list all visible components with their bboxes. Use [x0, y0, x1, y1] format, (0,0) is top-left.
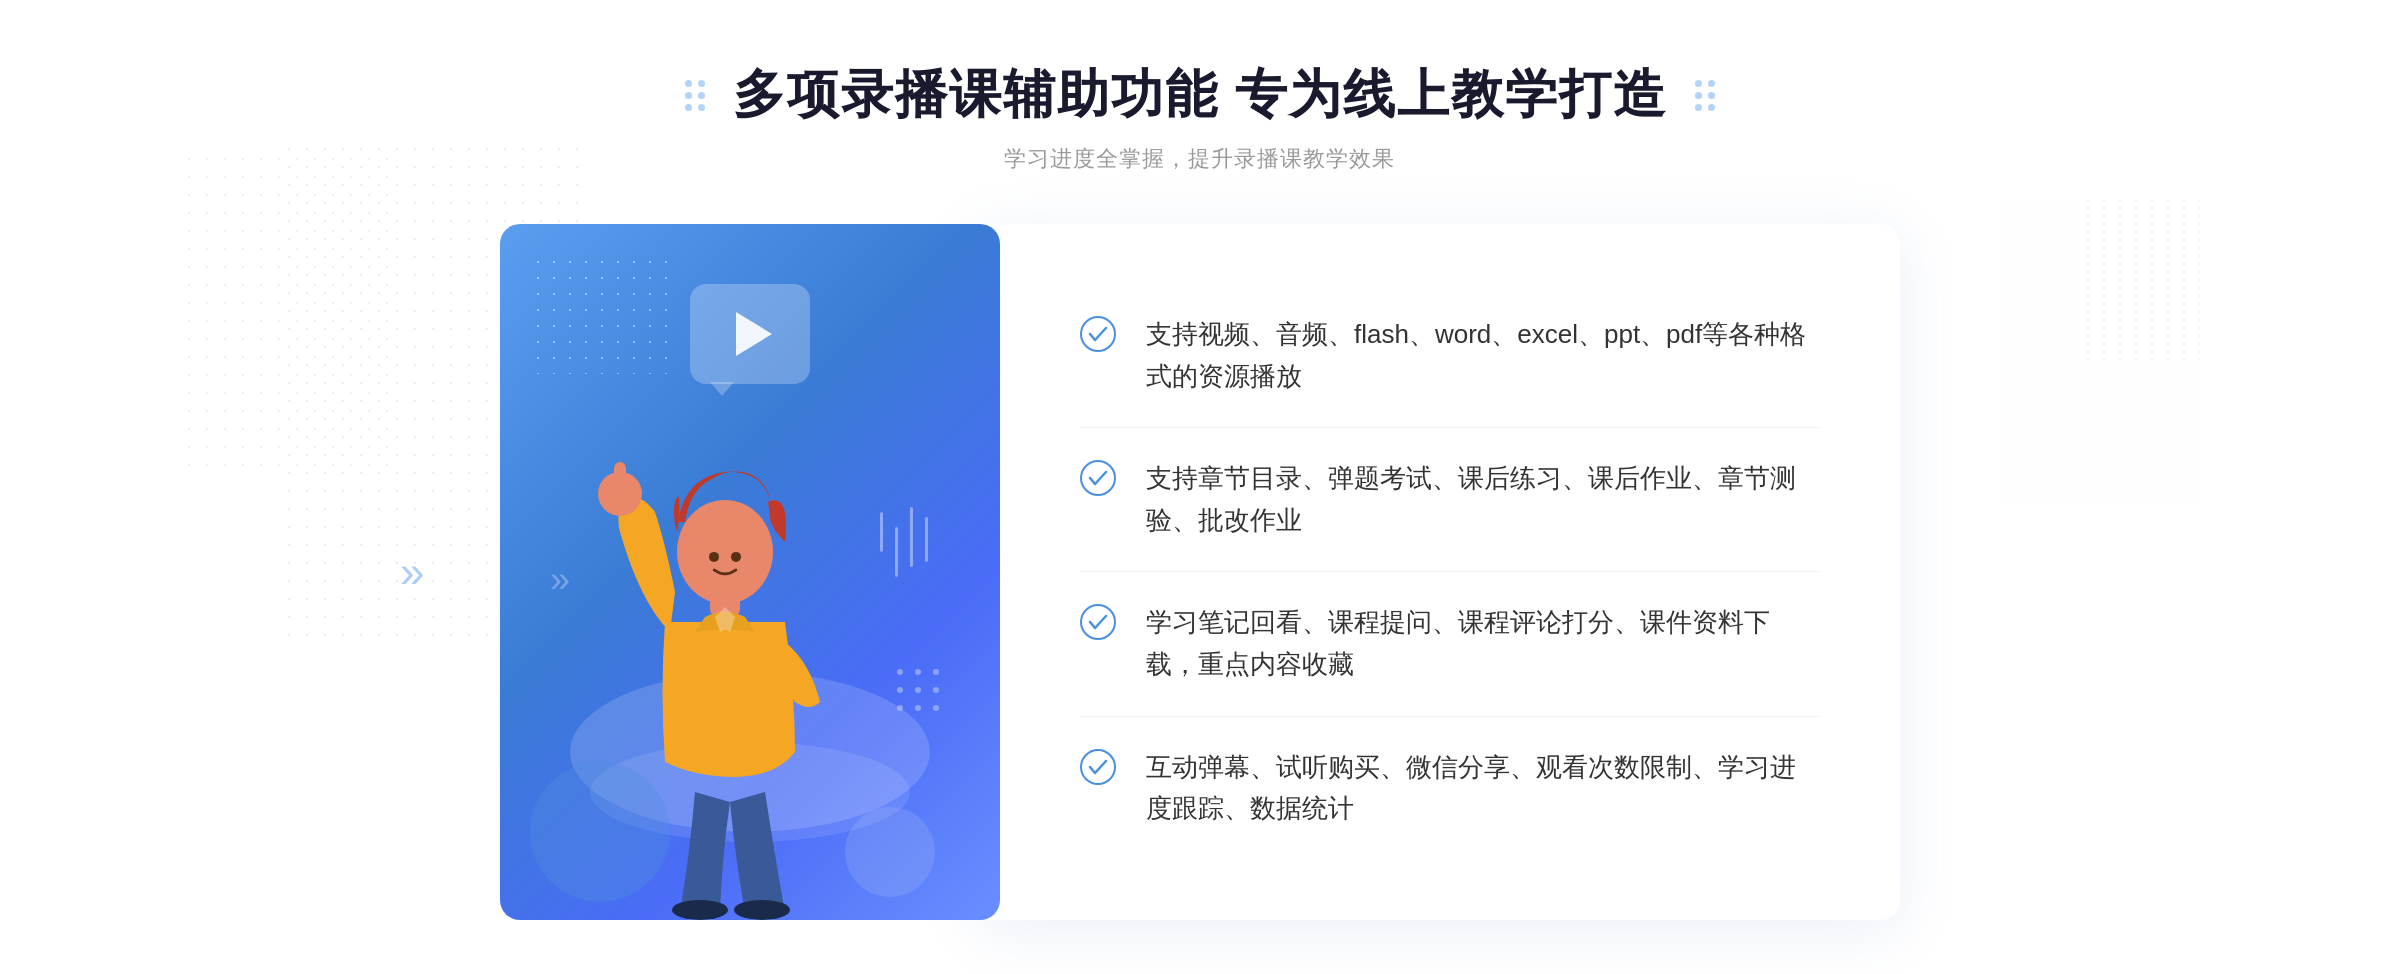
svg-point-17	[897, 669, 903, 675]
check-icon-4	[1080, 749, 1116, 785]
feature-text-4: 互动弹幕、试听购买、微信分享、观看次数限制、学习进度跟踪、数据统计	[1146, 747, 1820, 830]
page-subtitle: 学习进度全掌握，提升录播课教学效果	[685, 144, 1715, 174]
left-chevron-deco: »	[400, 547, 424, 597]
svg-point-7	[672, 900, 728, 920]
feature-text-1: 支持视频、音频、flash、word、excel、ppt、pdf等各种格式的资源…	[1146, 314, 1820, 397]
svg-point-29	[1081, 750, 1115, 784]
svg-point-16	[845, 807, 935, 897]
check-icon-1	[1080, 316, 1116, 352]
right-title-deco	[1695, 80, 1715, 111]
features-panel: 支持视频、音频、flash、word、excel、ppt、pdf等各种格式的资源…	[980, 224, 1900, 920]
svg-point-15	[530, 762, 670, 902]
svg-point-21	[915, 687, 921, 693]
feature-text-3: 学习笔记回看、课程提问、课程评论打分、课件资料下载，重点内容收藏	[1146, 602, 1820, 685]
svg-point-18	[915, 669, 921, 675]
svg-point-19	[933, 669, 939, 675]
svg-point-24	[915, 705, 921, 711]
check-icon-2	[1080, 460, 1116, 496]
feature-item-4: 互动弹幕、试听购买、微信分享、观看次数限制、学习进度跟踪、数据统计	[1080, 717, 1820, 860]
svg-point-14	[731, 552, 741, 562]
feature-item-1: 支持视频、音频、flash、word、excel、ppt、pdf等各种格式的资源…	[1080, 284, 1820, 428]
left-title-deco	[685, 80, 705, 111]
illustration-card: »	[500, 224, 1000, 920]
svg-rect-5	[925, 517, 928, 562]
svg-rect-10	[614, 462, 626, 498]
main-content: »	[500, 224, 1900, 920]
header-section: 多项录播课辅助功能 专为线上教学打造 学习进度全掌握，提升录播课教学效果	[685, 60, 1715, 174]
bg-dots-right	[2080, 160, 2240, 360]
svg-point-28	[1081, 605, 1115, 639]
svg-point-20	[897, 687, 903, 693]
svg-point-25	[933, 705, 939, 711]
svg-point-13	[709, 552, 719, 562]
svg-point-27	[1081, 461, 1115, 495]
bg-dots-left	[180, 150, 400, 470]
person-illustration: »	[500, 224, 1000, 920]
feature-text-2: 支持章节目录、弹题考试、课后练习、课后作业、章节测验、批改作业	[1146, 458, 1820, 541]
svg-point-8	[734, 900, 790, 920]
check-icon-3	[1080, 604, 1116, 640]
page-container: 多项录播课辅助功能 专为线上教学打造 学习进度全掌握，提升录播课教学效果	[0, 0, 2400, 974]
header-title-row: 多项录播课辅助功能 专为线上教学打造	[685, 60, 1715, 130]
svg-rect-4	[910, 507, 913, 567]
page-title: 多项录播课辅助功能 专为线上教学打造	[733, 60, 1667, 130]
feature-item-2: 支持章节目录、弹题考试、课后练习、课后作业、章节测验、批改作业	[1080, 428, 1820, 572]
feature-item-3: 学习笔记回看、课程提问、课程评论打分、课件资料下载，重点内容收藏	[1080, 572, 1820, 716]
svg-point-22	[933, 687, 939, 693]
chevron-icon: »	[400, 547, 424, 596]
svg-rect-2	[880, 512, 883, 552]
illustration-card-inner: »	[500, 224, 1000, 920]
svg-text:»: »	[550, 559, 570, 600]
svg-point-26	[1081, 317, 1115, 351]
svg-point-12	[677, 500, 773, 604]
svg-point-23	[897, 705, 903, 711]
svg-rect-3	[895, 527, 898, 577]
